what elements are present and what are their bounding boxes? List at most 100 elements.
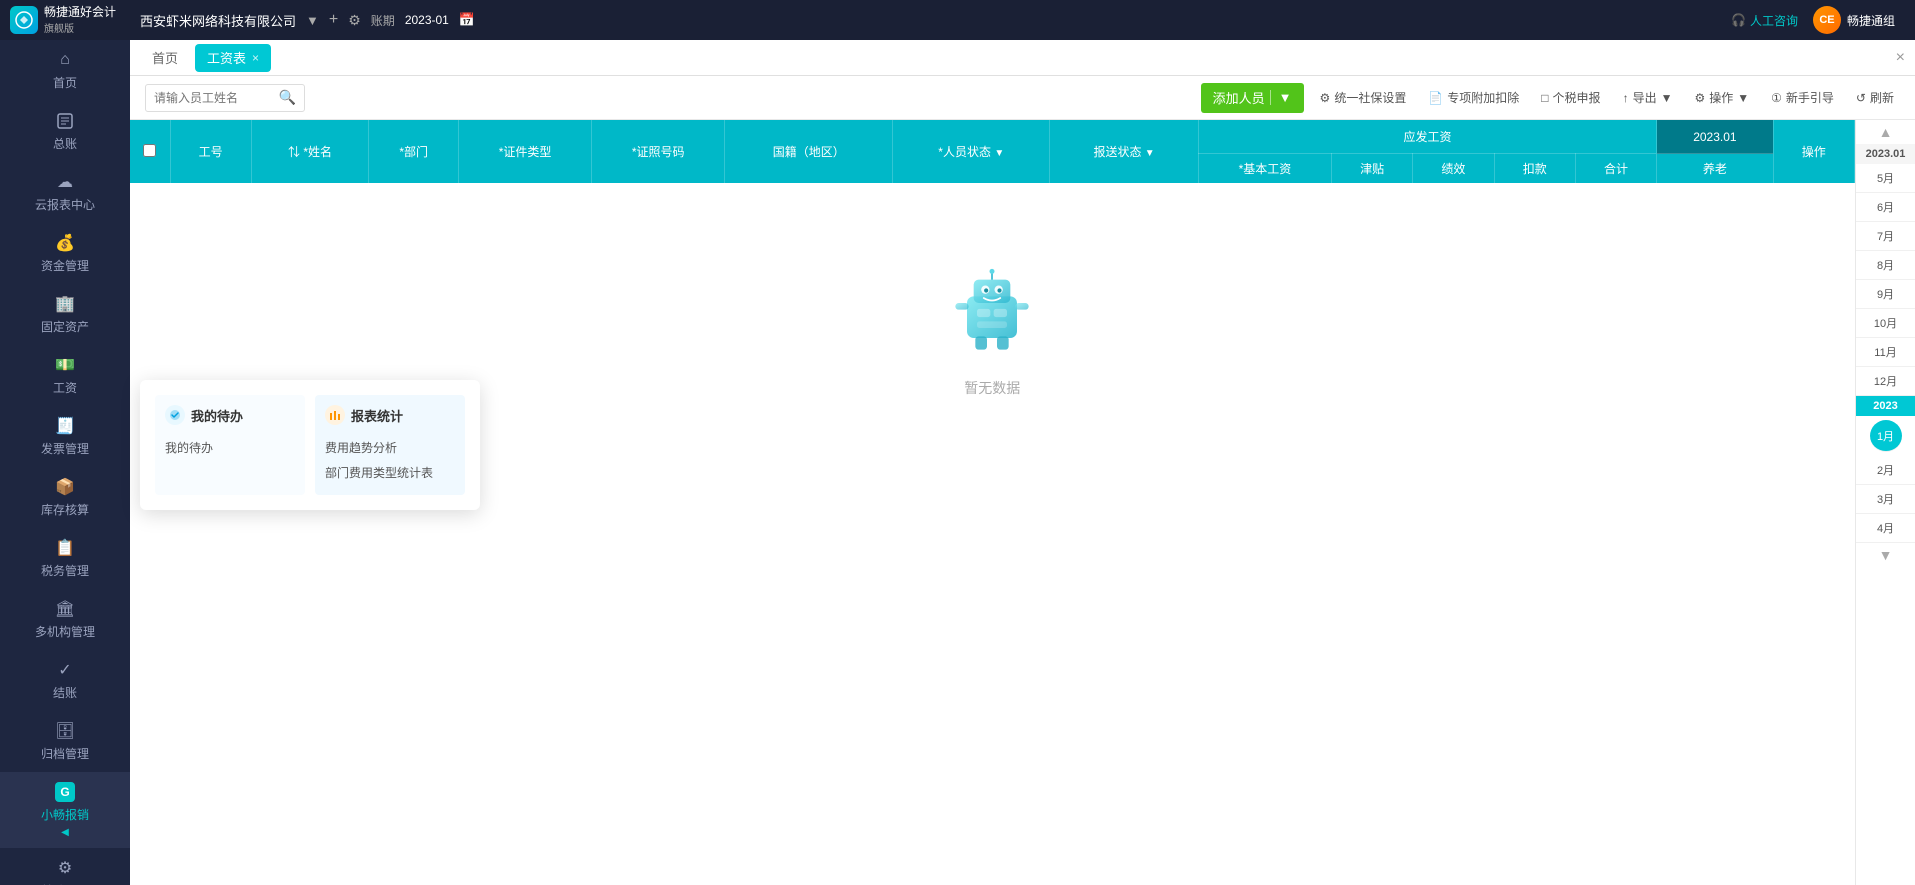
- fixed-assets-icon: 🏢: [55, 294, 75, 314]
- header-right: 🎧 人工咨询 CE 畅捷通组: [1731, 6, 1905, 34]
- calendar-month-11[interactable]: 11月: [1856, 338, 1915, 367]
- company-bar: 西安虾米网络科技有限公司 ▼ + ⚙ 账期 2023-01 📅: [130, 11, 1731, 30]
- empty-illustration: [942, 263, 1042, 363]
- export-label: 导出: [1633, 89, 1657, 106]
- export-dropdown-arrow: ▼: [1661, 91, 1673, 105]
- refresh-btn[interactable]: ↺ 刷新: [1850, 84, 1900, 112]
- support-btn[interactable]: 🎧 人工咨询: [1731, 12, 1798, 29]
- social-insurance-label: 统一社保设置: [1334, 89, 1406, 106]
- sidebar-item-fixed-assets[interactable]: 🏢 固定资产: [0, 284, 130, 345]
- sidebar-item-ledger[interactable]: 总账: [0, 101, 130, 162]
- home-icon: ⌂: [55, 50, 75, 70]
- refresh-icon: ↺: [1856, 91, 1866, 105]
- ledger-icon: [55, 111, 75, 131]
- sidebar-item-inventory[interactable]: 📦 库存核算: [0, 467, 130, 528]
- calendar-month-10[interactable]: 10月: [1856, 309, 1915, 338]
- app-edition: 旗舰版: [44, 20, 116, 35]
- sidebar-item-settlement[interactable]: ✓ 结账: [0, 650, 130, 711]
- calendar-icon[interactable]: 📅: [459, 12, 475, 28]
- calendar-panel: ▲ 2023.01 5月 6月 7月 8月 9月 10月 11月 12月 202…: [1855, 120, 1915, 885]
- sidebar-item-cloud-report[interactable]: ☁ 云报表中心: [0, 162, 130, 223]
- sidebar-item-tax[interactable]: 📋 税务管理: [0, 528, 130, 589]
- app-logo-icon: [10, 6, 38, 34]
- table-header-row: 工号 ⇅ *姓名 *部门 *证件类型 *证照号码 国籍（地区） *人员状态 ▼ …: [130, 120, 1855, 154]
- tab-salary-close[interactable]: ×: [252, 51, 259, 65]
- sidebar-item-archive[interactable]: 🗄 归档管理: [0, 711, 130, 772]
- header-name: ⇅ *姓名: [251, 120, 368, 183]
- expense-trend-link[interactable]: 费用趋势分析: [325, 435, 455, 460]
- special-deduct-btn[interactable]: 📄 专项附加扣除: [1422, 84, 1525, 112]
- social-insurance-btn[interactable]: ⚙ 统一社保设置: [1314, 84, 1413, 112]
- toolbar: 🔍 添加人员 ▼ ⚙ 统一社保设置 📄 专项附加扣除 □ 个税申报 ↑ 导出 ▼: [130, 76, 1915, 120]
- user-name: 畅捷通组: [1847, 12, 1895, 29]
- header-cert-type: *证件类型: [459, 120, 592, 183]
- dept-expense-link[interactable]: 部门费用类型统计表: [325, 460, 455, 485]
- add-company-btn[interactable]: +: [329, 11, 338, 29]
- operation-btn[interactable]: ⚙ 操作 ▼: [1688, 84, 1755, 112]
- my-todo-link[interactable]: 我的待办: [165, 435, 295, 460]
- calendar-month-2[interactable]: 2月: [1856, 456, 1915, 485]
- export-icon: ↑: [1623, 91, 1629, 105]
- add-person-btn[interactable]: 添加人员 ▼: [1201, 83, 1304, 113]
- calendar-month-9[interactable]: 9月: [1856, 280, 1915, 309]
- headset-icon: 🎧: [1731, 13, 1746, 27]
- sidebar-label-tax: 税务管理: [41, 562, 89, 579]
- guide-toolbar-icon: ①: [1771, 91, 1782, 105]
- sidebar-item-multi-org[interactable]: 🏛 多机构管理: [0, 589, 130, 650]
- calendar-month-7[interactable]: 7月: [1856, 222, 1915, 251]
- header-dept: *部门: [369, 120, 459, 183]
- operation-dropdown-arrow: ▼: [1737, 91, 1749, 105]
- tax-declare-icon: □: [1541, 91, 1548, 105]
- empty-text: 暂无数据: [964, 378, 1020, 398]
- company-dropdown-arrow[interactable]: ▼: [306, 13, 319, 28]
- calendar-month-1[interactable]: 1月: [1870, 420, 1902, 452]
- add-person-dropdown-arrow: ▼: [1270, 90, 1292, 105]
- user-avatar: CE: [1813, 6, 1841, 34]
- calendar-current-year-label: 2023: [1856, 396, 1915, 416]
- sidebar-item-settings[interactable]: ⚙ 基础设置: [0, 848, 130, 885]
- period-label: 账期: [371, 12, 395, 29]
- calendar-nav-up[interactable]: ▲: [1856, 120, 1915, 144]
- close-all-btn[interactable]: ×: [1896, 49, 1905, 67]
- add-person-label: 添加人员: [1213, 88, 1265, 107]
- settings-icon[interactable]: ⚙: [348, 12, 361, 29]
- sidebar-item-home[interactable]: ⌂ 首页: [0, 40, 130, 101]
- tab-home[interactable]: 首页: [140, 44, 190, 72]
- select-all-checkbox[interactable]: [143, 144, 156, 157]
- tax-declare-btn[interactable]: □ 个税申报: [1535, 84, 1606, 112]
- sidebar-item-fund[interactable]: 💰 资金管理: [0, 223, 130, 284]
- top-header: 畅捷通好会计 旗舰版 西安虾米网络科技有限公司 ▼ + ⚙ 账期 2023-01…: [0, 0, 1915, 40]
- sub-header-base-wage: *基本工资: [1198, 154, 1331, 184]
- operation-label: 操作: [1709, 89, 1733, 106]
- header-cert-no: *证照号码: [592, 120, 725, 183]
- tab-salary[interactable]: 工资表 ×: [195, 44, 271, 72]
- calendar-month-3[interactable]: 3月: [1856, 485, 1915, 514]
- sidebar-item-invoice[interactable]: 🧾 发票管理: [0, 406, 130, 467]
- guide-btn[interactable]: ① 新手引导: [1765, 84, 1840, 112]
- xiao-chang-icon: G: [55, 782, 75, 802]
- calendar-month-4[interactable]: 4月: [1856, 514, 1915, 543]
- tab-home-label: 首页: [152, 48, 178, 67]
- popup-section-todo: 我的待办 我的待办: [155, 395, 305, 495]
- guide-label: 新手引导: [1786, 89, 1834, 106]
- sidebar-item-xiao-chang[interactable]: G 小畅报销 ◀: [0, 772, 130, 848]
- calendar-nav-down[interactable]: ▼: [1856, 543, 1915, 567]
- export-btn[interactable]: ↑ 导出 ▼: [1617, 84, 1679, 112]
- calendar-month-6[interactable]: 6月: [1856, 193, 1915, 222]
- sidebar-item-salary[interactable]: 💵 工资: [0, 345, 130, 406]
- calendar-month-5[interactable]: 5月: [1856, 164, 1915, 193]
- app-name: 畅捷通好会计: [44, 5, 116, 19]
- archive-icon: 🗄: [55, 721, 75, 741]
- header-payable-wages: 应发工资: [1198, 120, 1656, 154]
- search-input[interactable]: [154, 91, 274, 105]
- sub-header-bonus: 绩效: [1413, 154, 1494, 184]
- search-box[interactable]: 🔍: [145, 84, 305, 112]
- sidebar-label-ledger: 总账: [53, 135, 77, 152]
- calendar-month-8[interactable]: 8月: [1856, 251, 1915, 280]
- sidebar-label-multi-org: 多机构管理: [35, 623, 95, 640]
- salary-icon: 💵: [55, 355, 75, 375]
- tax-icon: 📋: [55, 538, 75, 558]
- calendar-month-12[interactable]: 12月: [1856, 367, 1915, 396]
- user-area[interactable]: CE 畅捷通组: [1813, 6, 1895, 34]
- sidebar-label-fixed-assets: 固定资产: [41, 318, 89, 335]
